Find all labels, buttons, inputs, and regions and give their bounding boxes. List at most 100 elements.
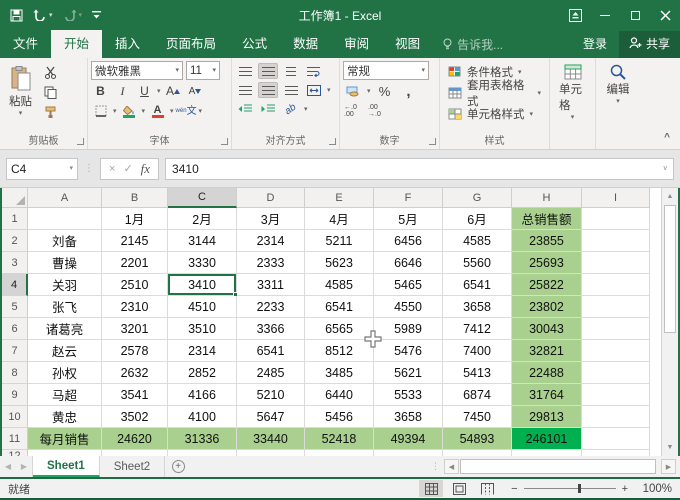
cell-C11[interactable]: 31336 [168,428,237,450]
zoom-level[interactable]: 100% [636,483,672,495]
cell-I1[interactable] [582,208,650,230]
cell-C4[interactable]: 3410 [168,274,237,296]
cell-A9[interactable]: 马超 [28,384,102,406]
cell-B7[interactable]: 2578 [102,340,168,362]
cell-B8[interactable]: 2632 [102,362,168,384]
cell-B6[interactable]: 3201 [102,318,168,340]
name-box[interactable]: C4 ▾ [6,158,78,180]
redo-button[interactable]: ▾ [63,9,83,21]
font-dialog-launcher[interactable] [221,138,228,145]
fill-color-dropdown-icon[interactable]: ▾ [142,108,146,115]
cell-F5[interactable]: 4550 [374,296,443,318]
cell-F3[interactable]: 6646 [374,252,443,274]
align-right-button[interactable] [281,82,301,98]
font-size-combo[interactable]: 11▾ [186,61,220,80]
cell-E2[interactable]: 5211 [305,230,374,252]
cell-A10[interactable]: 黄忠 [28,406,102,428]
editing-button[interactable]: 编辑 ▾ [599,61,637,108]
cell-D4[interactable]: 3311 [237,274,305,296]
zoom-out-button[interactable]: − [511,483,517,495]
scroll-right-icon[interactable]: ▶ [661,459,676,474]
ribbon-tab-数据[interactable]: 数据 [280,28,331,58]
cell-I9[interactable] [582,384,650,406]
cell-F8[interactable]: 5621 [374,362,443,384]
cell-A1[interactable] [28,208,102,230]
accounting-dropdown-icon[interactable]: ▾ [367,88,371,95]
cell-E9[interactable]: 6440 [305,384,374,406]
cell-H11[interactable]: 246101 [512,428,582,450]
center-button[interactable] [258,82,278,98]
row-header-6[interactable]: 6 [2,318,28,340]
cell-H10[interactable]: 29813 [512,406,582,428]
column-header-A[interactable]: A [28,188,102,208]
orientation-button[interactable]: ab [281,101,301,117]
cell-I10[interactable] [582,406,650,428]
collapse-ribbon-button[interactable]: ^ [664,132,670,143]
cell-C2[interactable]: 3144 [168,230,237,252]
row-header-7[interactable]: 7 [2,340,28,362]
ribbon-tab-公式[interactable]: 公式 [229,28,280,58]
cell-H8[interactable]: 22488 [512,362,582,384]
style-button-2[interactable]: 套用表格格式▾ [443,83,546,103]
cell-C1[interactable]: 2月 [168,208,237,230]
cell-H6[interactable]: 30043 [512,318,582,340]
sign-in-button[interactable]: 登录 [571,35,619,58]
cell-F11[interactable]: 49394 [374,428,443,450]
middle-align-button[interactable] [258,63,278,79]
cell-I8[interactable] [582,362,650,384]
font-color-button[interactable]: A [148,102,167,120]
cell-H3[interactable]: 25693 [512,252,582,274]
cell-H5[interactable]: 23802 [512,296,582,318]
cell-I2[interactable] [582,230,650,252]
cell-F7[interactable]: 5476 [374,340,443,362]
ribbon-tab-页面布局[interactable]: 页面布局 [153,28,229,58]
cell-I12[interactable] [582,450,650,456]
ribbon-tab-审阅[interactable]: 审阅 [331,28,382,58]
number-format-combo[interactable]: 常规▾ [343,61,429,80]
column-header-C[interactable]: C [168,188,237,208]
style-button-3[interactable]: 单元格样式▾ [443,104,546,124]
row-header-2[interactable]: 2 [2,230,28,252]
cell-C5[interactable]: 4510 [168,296,237,318]
cell-G1[interactable]: 6月 [443,208,512,230]
decrease-decimal-button[interactable]: .00 →.0 [367,102,387,120]
ribbon-tab-文件[interactable]: 文件 [0,28,51,58]
cell-B11[interactable]: 24620 [102,428,168,450]
bottom-align-button[interactable] [281,63,301,79]
cell-B9[interactable]: 3541 [102,384,168,406]
cell-D1[interactable]: 3月 [237,208,305,230]
cell-F6[interactable]: 5989 [374,318,443,340]
cell-E7[interactable]: 8512 [305,340,374,362]
cell-D7[interactable]: 6541 [237,340,305,362]
next-sheet-icon[interactable]: ▶ [16,456,32,477]
font-color-dropdown-icon[interactable]: ▾ [170,108,174,115]
cell-D10[interactable]: 5647 [237,406,305,428]
cell-E11[interactable]: 52418 [305,428,374,450]
copy-button[interactable] [40,83,60,101]
cell-D12[interactable] [237,450,305,456]
prev-sheet-icon[interactable]: ◀ [0,456,16,477]
cell-D2[interactable]: 2314 [237,230,305,252]
top-align-button[interactable] [235,63,255,79]
borders-button[interactable] [91,102,110,120]
ribbon-tab-插入[interactable]: 插入 [102,28,153,58]
increase-decimal-button[interactable]: ←.0 .00 [343,102,363,120]
cell-I11[interactable] [582,428,650,450]
row-header-5[interactable]: 5 [2,296,28,318]
expand-formula-bar-icon[interactable]: v [664,165,668,172]
cell-B3[interactable]: 2201 [102,252,168,274]
number-dialog-launcher[interactable] [429,138,436,145]
cell-B5[interactable]: 2310 [102,296,168,318]
ribbon-display-options-button[interactable] [560,0,590,30]
insert-function-button[interactable]: fx [141,161,150,177]
cell-F4[interactable]: 5465 [374,274,443,296]
row-header-12[interactable]: 12 [2,450,28,456]
cell-A5[interactable]: 张飞 [28,296,102,318]
ribbon-tab-开始[interactable]: 开始 [51,28,102,58]
cell-A4[interactable]: 关羽 [28,274,102,296]
paste-button[interactable]: 粘贴 ▾ [3,61,38,121]
cell-E10[interactable]: 5456 [305,406,374,428]
page-break-view-button[interactable] [475,480,499,497]
cell-C10[interactable]: 4100 [168,406,237,428]
vertical-scroll-thumb[interactable] [664,205,676,333]
